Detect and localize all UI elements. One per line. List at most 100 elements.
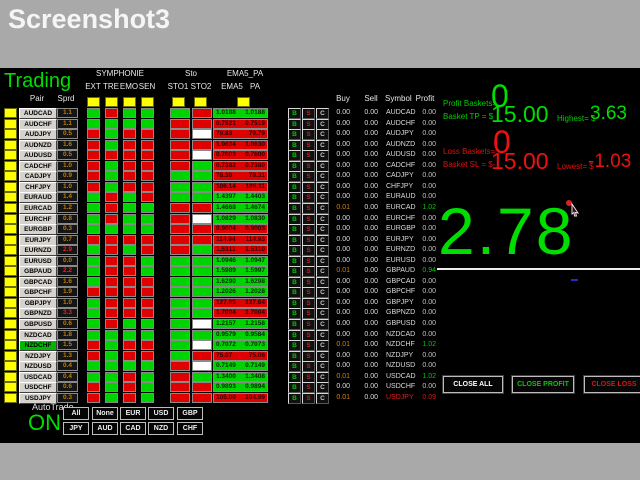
pair-button[interactable]: CADJPY (19, 171, 57, 182)
buy-button[interactable]: B (288, 266, 301, 277)
header-ema5pa: EMA5_PA (226, 69, 264, 78)
pair-enable-toggle[interactable] (4, 108, 17, 118)
pair-button[interactable]: NZDUSD (19, 361, 57, 372)
pair-enable-toggle[interactable] (4, 277, 17, 287)
sell-button[interactable]: S (302, 224, 315, 235)
pair-button[interactable]: GBPUSD (19, 319, 57, 330)
pair-enable-toggle[interactable] (4, 382, 17, 392)
pair-enable-toggle[interactable] (4, 129, 17, 139)
pair-button[interactable]: GBPNZD (19, 308, 57, 319)
pair-enable-toggle[interactable] (4, 266, 17, 276)
pair-enable-toggle[interactable] (4, 161, 17, 171)
ema5-pa-values: 0.7149 0.7149 (213, 361, 268, 371)
buy-button[interactable]: B (288, 203, 301, 214)
column-toggle-emo[interactable] (123, 97, 136, 107)
buy-button[interactable]: B (288, 308, 301, 319)
buy-button[interactable]: B (288, 319, 301, 330)
buy-button[interactable]: B (288, 171, 301, 182)
pair-enable-toggle[interactable] (4, 214, 17, 224)
buy-button[interactable]: B (288, 382, 301, 393)
filter-button-aud[interactable]: AUD (92, 422, 118, 435)
close-loss-button[interactable]: CLOSE LOSS (584, 376, 640, 393)
pair-enable-toggle[interactable] (4, 140, 17, 150)
sell-button[interactable]: S (302, 171, 315, 182)
pair-enable-toggle[interactable] (4, 171, 17, 181)
pair-enable-toggle[interactable] (4, 319, 17, 329)
filter-button-gbp[interactable]: GBP (177, 407, 203, 420)
pair-button[interactable]: AUDCAD (19, 108, 57, 119)
buy-button[interactable]: B (288, 393, 301, 404)
pair-button[interactable]: AUDJPY (19, 129, 57, 140)
buy-lots: 0.01 (336, 394, 350, 401)
column-toggle-sto2[interactable] (194, 97, 207, 107)
column-toggle-ext[interactable] (87, 97, 100, 107)
sell-button[interactable]: S (302, 393, 315, 404)
filter-button-nzd[interactable]: NZD (148, 422, 174, 435)
pair-enable-toggle[interactable] (4, 235, 17, 245)
buy-button[interactable]: B (288, 192, 301, 203)
filter-button-chf[interactable]: CHF (177, 422, 203, 435)
pair-button[interactable]: NZDCHF (19, 340, 57, 351)
pair-button[interactable]: GBPCHF (19, 287, 57, 298)
filter-button-all[interactable]: All (63, 407, 89, 420)
sell-button[interactable]: S (302, 340, 315, 351)
autotrade-state[interactable]: ON (28, 412, 61, 434)
pair-enable-toggle[interactable] (4, 340, 17, 350)
pair-button[interactable]: EURGBP (19, 224, 57, 235)
sell-button[interactable]: S (302, 203, 315, 214)
buy-button[interactable]: B (288, 150, 301, 161)
buy-button[interactable]: B (288, 108, 301, 119)
sell-button[interactable]: S (302, 319, 315, 330)
pair-enable-toggle[interactable] (4, 308, 17, 318)
pair-button[interactable]: EURAUD (19, 192, 57, 203)
pair-enable-toggle[interactable] (4, 351, 17, 361)
sell-button[interactable]: S (302, 150, 315, 161)
filter-button-cad[interactable]: CAD (120, 422, 146, 435)
pair-enable-toggle[interactable] (4, 224, 17, 234)
pair-enable-toggle[interactable] (4, 203, 17, 213)
pair-enable-toggle[interactable] (4, 245, 17, 255)
sell-button[interactable]: S (302, 287, 315, 298)
sell-button[interactable]: S (302, 361, 315, 372)
pair-enable-toggle[interactable] (4, 150, 17, 160)
pair-enable-toggle[interactable] (4, 192, 17, 202)
sell-button[interactable]: S (302, 308, 315, 319)
pair-enable-toggle[interactable] (4, 393, 17, 403)
pair-enable-toggle[interactable] (4, 361, 17, 371)
sell-button[interactable]: S (302, 129, 315, 140)
sell-button[interactable]: S (302, 192, 315, 203)
pair-enable-toggle[interactable] (4, 330, 17, 340)
pair-button[interactable]: GBPAUD (19, 266, 57, 277)
pair-enable-toggle[interactable] (4, 287, 17, 297)
buy-button[interactable]: B (288, 224, 301, 235)
pair-button[interactable]: USDCHF (19, 382, 57, 393)
sell-button[interactable]: S (302, 266, 315, 277)
column-toggle-tre[interactable] (105, 97, 118, 107)
buy-button[interactable]: B (288, 245, 301, 256)
pair-enable-toggle[interactable] (4, 119, 17, 129)
buy-button[interactable]: B (288, 340, 301, 351)
pair-enable-toggle[interactable] (4, 182, 17, 192)
sell-button[interactable]: S (302, 245, 315, 256)
trading-menu-label[interactable]: Trading (4, 70, 71, 93)
pair-button[interactable]: EURNZD (19, 245, 57, 256)
sell-button[interactable]: S (302, 382, 315, 393)
buy-button[interactable]: B (288, 287, 301, 298)
pair-enable-toggle[interactable] (4, 298, 17, 308)
filter-button-eur[interactable]: EUR (120, 407, 146, 420)
filter-button-none[interactable]: None (92, 407, 118, 420)
column-toggle-sto1[interactable] (172, 97, 185, 107)
sell-button[interactable]: S (302, 108, 315, 119)
filter-button-usd[interactable]: USD (148, 407, 174, 420)
buy-button[interactable]: B (288, 361, 301, 372)
pair-button[interactable]: EURCAD (19, 203, 57, 214)
buy-button[interactable]: B (288, 129, 301, 140)
filter-button-jpy[interactable]: JPY (63, 422, 89, 435)
pair-button[interactable]: AUDUSD (19, 150, 57, 161)
close-all-button[interactable]: CLOSE ALL (443, 376, 503, 393)
pair-enable-toggle[interactable] (4, 372, 17, 382)
column-toggle-ema5[interactable] (237, 97, 250, 107)
pair-enable-toggle[interactable] (4, 256, 17, 266)
close-profit-button[interactable]: CLOSE PROFIT (512, 376, 574, 393)
column-toggle-sen[interactable] (141, 97, 154, 107)
